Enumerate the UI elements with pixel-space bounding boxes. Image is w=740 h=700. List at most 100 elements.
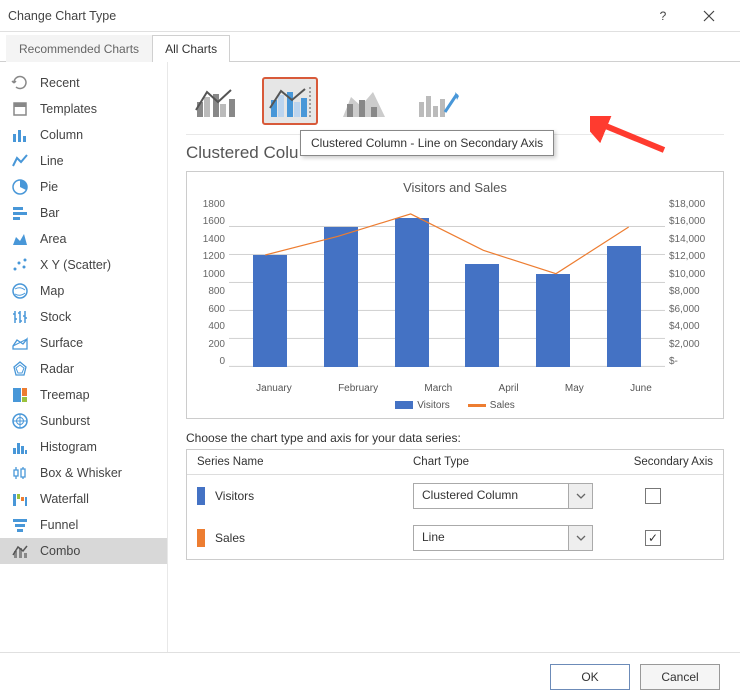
tab-recommended[interactable]: Recommended Charts bbox=[6, 35, 152, 62]
chevron-down-icon bbox=[568, 484, 592, 508]
series-name-label: Visitors bbox=[215, 489, 254, 503]
nav-label: Box & Whisker bbox=[40, 466, 122, 480]
line-series bbox=[229, 199, 665, 367]
nav-label: Bar bbox=[40, 206, 59, 220]
scatter-icon bbox=[10, 255, 30, 275]
subtype-clustered-column-line-secondary[interactable] bbox=[262, 77, 318, 125]
subtype-clustered-column-line[interactable] bbox=[188, 77, 244, 125]
secondary-axis-checkbox-sales[interactable] bbox=[645, 530, 661, 546]
nav-histogram[interactable]: Histogram bbox=[0, 434, 167, 460]
tab-strip: Recommended Charts All Charts bbox=[0, 32, 740, 62]
nav-templates[interactable]: Templates bbox=[0, 96, 167, 122]
secondary-axis-checkbox-visitors[interactable] bbox=[645, 488, 661, 504]
nav-label: Column bbox=[40, 128, 83, 142]
nav-label: Funnel bbox=[40, 518, 78, 532]
dialog-footer: OK Cancel bbox=[0, 652, 740, 700]
subtype-icon bbox=[415, 82, 461, 120]
pie-icon bbox=[10, 177, 30, 197]
nav-scatter[interactable]: X Y (Scatter) bbox=[0, 252, 167, 278]
treemap-icon bbox=[10, 385, 30, 405]
nav-label: Treemap bbox=[40, 388, 90, 402]
nav-label: Combo bbox=[40, 544, 80, 558]
chart-title: Visitors and Sales bbox=[403, 180, 507, 195]
radar-icon bbox=[10, 359, 30, 379]
close-button[interactable] bbox=[686, 0, 732, 32]
recent-icon bbox=[10, 73, 30, 93]
nav-label: Histogram bbox=[40, 440, 97, 454]
stock-icon bbox=[10, 307, 30, 327]
nav-boxwhisker[interactable]: Box & Whisker bbox=[0, 460, 167, 486]
nav-label: Pie bbox=[40, 180, 58, 194]
nav-area[interactable]: Area bbox=[0, 226, 167, 252]
subtype-icon bbox=[193, 82, 239, 120]
close-icon bbox=[703, 10, 715, 22]
series-row-visitors: Visitors Clustered Column bbox=[187, 475, 723, 517]
nav-label: Templates bbox=[40, 102, 97, 116]
series-config-table: Series Name Chart Type Secondary Axis Vi… bbox=[186, 449, 724, 560]
subtype-stacked-area-column[interactable] bbox=[336, 77, 392, 125]
series-config-label: Choose the chart type and axis for your … bbox=[186, 431, 724, 445]
subtype-icon bbox=[341, 82, 387, 120]
subtype-custom[interactable] bbox=[410, 77, 466, 125]
nav-bar[interactable]: Bar bbox=[0, 200, 167, 226]
nav-pie[interactable]: Pie bbox=[0, 174, 167, 200]
tab-all-charts[interactable]: All Charts bbox=[152, 35, 230, 62]
series-swatch bbox=[197, 529, 205, 547]
ok-button[interactable]: OK bbox=[550, 664, 630, 690]
col-secondary-axis: Secondary Axis bbox=[593, 456, 713, 468]
templates-icon bbox=[10, 99, 30, 119]
nav-map[interactable]: Map bbox=[0, 278, 167, 304]
y-axis-primary: 180016001400120010008006004002000 bbox=[193, 199, 229, 367]
histogram-icon bbox=[10, 437, 30, 457]
annotation-arrow-icon bbox=[590, 116, 670, 156]
column-icon bbox=[10, 125, 30, 145]
nav-label: X Y (Scatter) bbox=[40, 258, 111, 272]
y-axis-secondary: $18,000$16,000$14,000$12,000$10,000$8,00… bbox=[665, 199, 717, 367]
nav-recent[interactable]: Recent bbox=[0, 70, 167, 96]
nav-funnel[interactable]: Funnel bbox=[0, 512, 167, 538]
title-bar: Change Chart Type ? bbox=[0, 0, 740, 32]
x-axis-labels: JanuaryFebruaryMarchAprilMayJune bbox=[193, 379, 717, 394]
cancel-button[interactable]: Cancel bbox=[640, 664, 720, 690]
subtype-tooltip: Clustered Column - Line on Secondary Axi… bbox=[300, 130, 554, 156]
series-name-label: Sales bbox=[215, 531, 245, 545]
chart-type-select-sales[interactable]: Line bbox=[413, 525, 593, 551]
nav-waterfall[interactable]: Waterfall bbox=[0, 486, 167, 512]
nav-treemap[interactable]: Treemap bbox=[0, 382, 167, 408]
chart-category-list: Recent Templates Column Line Pie Bar Are… bbox=[0, 62, 168, 652]
nav-label: Sunburst bbox=[40, 414, 90, 428]
nav-line[interactable]: Line bbox=[0, 148, 167, 174]
chart-preview[interactable]: Visitors and Sales 180016001400120010008… bbox=[186, 171, 724, 419]
nav-label: Waterfall bbox=[40, 492, 89, 506]
nav-label: Surface bbox=[40, 336, 83, 350]
waterfall-icon bbox=[10, 489, 30, 509]
boxwhisker-icon bbox=[10, 463, 30, 483]
nav-stock[interactable]: Stock bbox=[0, 304, 167, 330]
col-chart-type: Chart Type bbox=[413, 456, 593, 468]
nav-label: Map bbox=[40, 284, 64, 298]
subtype-icon bbox=[267, 82, 313, 120]
series-row-sales: Sales Line bbox=[187, 517, 723, 559]
nav-surface[interactable]: Surface bbox=[0, 330, 167, 356]
nav-radar[interactable]: Radar bbox=[0, 356, 167, 382]
col-series-name: Series Name bbox=[197, 456, 413, 468]
sunburst-icon bbox=[10, 411, 30, 431]
nav-combo[interactable]: Combo bbox=[0, 538, 167, 564]
nav-label: Recent bbox=[40, 76, 80, 90]
help-button[interactable]: ? bbox=[640, 0, 686, 32]
chart-legend: Visitors Sales bbox=[395, 394, 515, 411]
series-swatch bbox=[197, 487, 205, 505]
surface-icon bbox=[10, 333, 30, 353]
bar-icon bbox=[10, 203, 30, 223]
nav-label: Radar bbox=[40, 362, 74, 376]
combo-icon bbox=[10, 541, 30, 561]
chart-type-select-visitors[interactable]: Clustered Column bbox=[413, 483, 593, 509]
nav-sunburst[interactable]: Sunburst bbox=[0, 408, 167, 434]
area-icon bbox=[10, 229, 30, 249]
plot-area bbox=[229, 199, 665, 367]
window-title: Change Chart Type bbox=[8, 9, 116, 23]
chevron-down-icon bbox=[568, 526, 592, 550]
nav-label: Line bbox=[40, 154, 64, 168]
nav-column[interactable]: Column bbox=[0, 122, 167, 148]
funnel-icon bbox=[10, 515, 30, 535]
